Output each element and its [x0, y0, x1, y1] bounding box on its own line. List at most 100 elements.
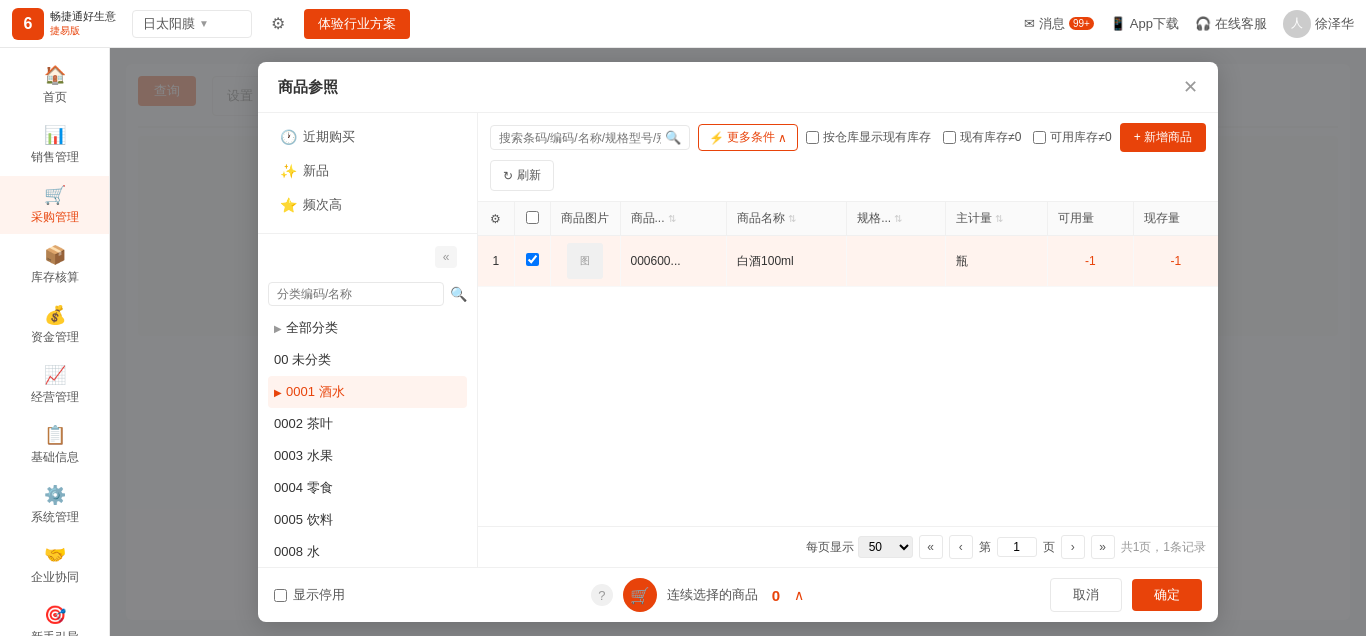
online-service-btn[interactable]: 🎧 在线客服 [1195, 15, 1267, 33]
th-settings[interactable]: ⚙ [478, 202, 514, 236]
arrow-icon: ▶ [274, 323, 282, 334]
category-search: 🔍 [258, 276, 477, 312]
home-icon: 🏠 [44, 64, 66, 86]
sidebar-item-inventory[interactable]: 📦 库存核算 [0, 236, 109, 294]
prev-page-button[interactable]: ‹ [949, 535, 973, 559]
operation-icon: 📈 [44, 364, 66, 386]
right-panel: 🔍 ⚡ 更多条件 ∧ 按仓库显示现有库存 [478, 113, 1218, 567]
category-fruit[interactable]: 0003 水果 [268, 440, 467, 472]
th-code[interactable]: 商品...⇅ [620, 202, 727, 236]
sidebar-item-operation[interactable]: 📈 经营管理 [0, 356, 109, 414]
collapse-footer-button[interactable]: ∧ [794, 587, 804, 603]
sidebar: 🏠 首页 📊 销售管理 🛒 采购管理 📦 库存核算 💰 资金管理 📈 经营管理 … [0, 48, 110, 636]
category-tea[interactable]: 0002 茶叶 [268, 408, 467, 440]
last-page-button[interactable]: » [1091, 535, 1115, 559]
finance-icon: 💰 [44, 304, 66, 326]
sidebar-item-sales[interactable]: 📊 销售管理 [0, 116, 109, 174]
category-search-icon[interactable]: 🔍 [450, 286, 467, 302]
category-snack[interactable]: 0004 零食 [268, 472, 467, 504]
confirm-button[interactable]: 确定 [1132, 579, 1202, 611]
th-checkbox[interactable] [514, 202, 550, 236]
sidebar-item-basic[interactable]: 📋 基础信息 [0, 416, 109, 474]
row-checkbox[interactable] [514, 236, 550, 287]
sidebar-item-system[interactable]: ⚙️ 系统管理 [0, 476, 109, 534]
user-menu[interactable]: 人 徐泽华 [1283, 10, 1354, 38]
sidebar-item-purchase[interactable]: 🛒 采购管理 [0, 176, 109, 234]
tab-frequent[interactable]: ⭐ 频次高 [268, 189, 467, 221]
checkbox-stock-not-zero[interactable]: 现有库存≠0 [943, 129, 1021, 146]
settings-icon[interactable]: ⚙ [262, 8, 294, 40]
headset-icon: 🎧 [1195, 16, 1211, 31]
basic-icon: 📋 [44, 424, 66, 446]
product-search-input[interactable] [499, 131, 661, 145]
modal-title: 商品参照 [278, 78, 338, 97]
sidebar-item-home[interactable]: 🏠 首页 [0, 56, 109, 114]
product-search-box: 🔍 [490, 125, 690, 150]
tab-recent-purchase[interactable]: 🕐 近期购买 [268, 121, 467, 153]
th-unit[interactable]: 主计量⇅ [946, 202, 1048, 236]
th-image: 商品图片 [550, 202, 620, 236]
select-all-checkbox[interactable] [526, 211, 539, 224]
top-nav: 6 畅捷通好生意 捷易版 日太阳膜 ▼ ⚙ 体验行业方案 ✉ 消息 99+ 📱 … [0, 0, 1366, 48]
mobile-icon: 📱 [1110, 16, 1126, 31]
refresh-icon: ↻ [503, 169, 513, 183]
next-page-button[interactable]: › [1061, 535, 1085, 559]
cancel-button[interactable]: 取消 [1050, 578, 1122, 612]
category-all[interactable]: ▶ 全部分类 [268, 312, 467, 344]
tab-new-product[interactable]: ✨ 新品 [268, 155, 467, 187]
inventory-icon: 📦 [44, 244, 66, 266]
message-btn[interactable]: ✉ 消息 99+ [1024, 15, 1094, 33]
nav-selector[interactable]: 日太阳膜 ▼ [132, 10, 252, 38]
continuous-count: 0 [772, 587, 780, 604]
category-uncategorized[interactable]: 00 未分类 [268, 344, 467, 376]
show-disabled-checkbox[interactable]: 显示停用 [274, 586, 345, 604]
page-size-selector: 每页显示 50 10 20 100 [806, 536, 913, 558]
category-liquor[interactable]: ▶ 0001 酒水 [268, 376, 467, 408]
modal-close-button[interactable]: ✕ [1183, 76, 1198, 98]
sidebar-item-finance[interactable]: 💰 资金管理 [0, 296, 109, 354]
product-table-area: ⚙ 商品图片 商品...⇅ 商品名称⇅ 规格...⇅ 主计量⇅ 可用量 现存量 [478, 202, 1218, 526]
row-unit: 瓶 [946, 236, 1048, 287]
th-name[interactable]: 商品名称⇅ [727, 202, 847, 236]
first-page-button[interactable]: « [919, 535, 943, 559]
content-area: 查询 设置 商品参照 ✕ [110, 48, 1366, 636]
modal-body: 🕐 近期购买 ✨ 新品 ⭐ 频次高 [258, 113, 1218, 567]
page-number-input[interactable] [997, 537, 1037, 557]
table-row[interactable]: 1 图 000600... 白酒100ml 瓶 [478, 236, 1218, 287]
refresh-button[interactable]: ↻ 刷新 [490, 160, 554, 191]
checkbox-warehouse[interactable]: 按仓库显示现有库存 [806, 129, 931, 146]
cart-button[interactable]: 🛒 [623, 578, 657, 612]
chevron-down-icon: ▼ [199, 18, 209, 29]
add-product-button[interactable]: + 新增商品 [1120, 123, 1206, 152]
th-spec[interactable]: 规格...⇅ [847, 202, 946, 236]
category-water[interactable]: 0008 水 [268, 536, 467, 567]
category-search-input[interactable] [268, 282, 444, 306]
message-badge: 99+ [1069, 17, 1094, 30]
sidebar-item-guide[interactable]: 🎯 新手引导 [0, 596, 109, 636]
modal-header: 商品参照 ✕ [258, 62, 1218, 113]
help-button[interactable]: ? [591, 584, 613, 606]
filter-button[interactable]: ⚡ 更多条件 ∧ [698, 124, 798, 151]
category-beverage[interactable]: 0005 饮料 [268, 504, 467, 536]
row-code: 000600... [620, 236, 727, 287]
row-stock: -1 [1133, 236, 1218, 287]
trial-button[interactable]: 体验行业方案 [304, 9, 410, 39]
logo-text: 畅捷通好生意 捷易版 [50, 9, 116, 38]
left-panel-tabs: 🕐 近期购买 ✨ 新品 ⭐ 频次高 [258, 113, 477, 229]
collapse-panel-button[interactable]: « [435, 246, 457, 268]
checkbox-available-not-zero[interactable]: 可用库存≠0 [1033, 129, 1111, 146]
star-icon: ⭐ [280, 197, 297, 213]
th-available: 可用量 [1048, 202, 1134, 236]
collab-icon: 🤝 [44, 544, 66, 566]
nav-right: ✉ 消息 99+ 📱 App下载 🎧 在线客服 人 徐泽华 [1024, 10, 1354, 38]
main-layout: 🏠 首页 📊 销售管理 🛒 采购管理 📦 库存核算 💰 资金管理 📈 经营管理 … [0, 48, 1366, 636]
guide-icon: 🎯 [44, 604, 66, 626]
message-icon: ✉ [1024, 16, 1035, 31]
sidebar-item-collab[interactable]: 🤝 企业协同 [0, 536, 109, 594]
total-info: 共1页，1条记录 [1121, 539, 1206, 556]
filter-icon: ⚡ [709, 131, 724, 145]
search-icon[interactable]: 🔍 [665, 130, 681, 145]
app-download-btn[interactable]: 📱 App下载 [1110, 15, 1179, 33]
modal-overlay: 商品参照 ✕ 🕐 近期购买 ✨ 新 [110, 48, 1366, 636]
page-size-select[interactable]: 50 10 20 100 [858, 536, 913, 558]
